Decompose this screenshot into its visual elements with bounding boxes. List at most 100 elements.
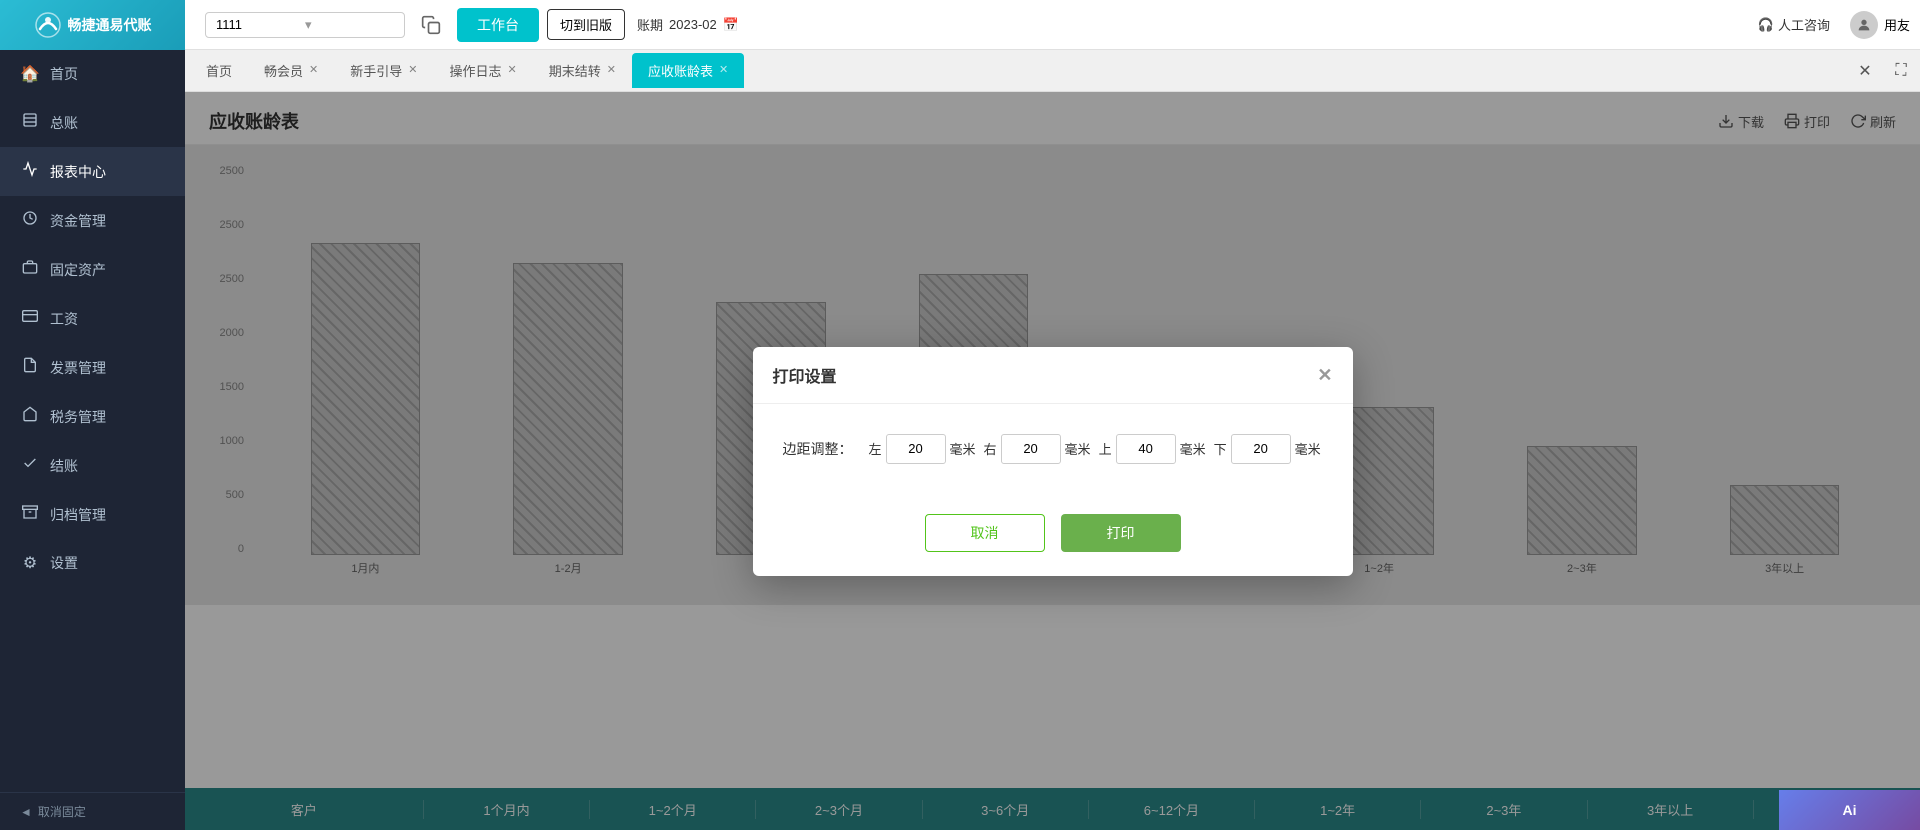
tab-oplog[interactable]: 操作日志 ✕ bbox=[433, 53, 532, 88]
period-label-text: 账期 bbox=[637, 15, 663, 34]
assets-icon bbox=[20, 259, 40, 280]
tab-home-label: 首页 bbox=[206, 61, 232, 80]
print-settings-modal: 打印设置 ✕ 边距调整： 左 毫米 右 bbox=[753, 347, 1353, 576]
sidebar-item-close[interactable]: 结账 bbox=[0, 441, 185, 490]
switch-old-button[interactable]: 切到旧版 bbox=[547, 9, 625, 40]
company-dropdown-icon: ▾ bbox=[305, 17, 394, 33]
tab-ar-aging[interactable]: 应收账龄表 ✕ bbox=[632, 53, 744, 88]
sidebar-item-tax[interactable]: 税务管理 bbox=[0, 392, 185, 441]
logo-text: 畅捷通易代账 bbox=[68, 15, 152, 35]
sidebar-item-assets[interactable]: 固定资产 bbox=[0, 245, 185, 294]
right-actions: 🎧 人工咨询 用友 bbox=[1758, 11, 1910, 39]
modal-title: 打印设置 bbox=[773, 363, 837, 387]
right-margin-group: 右 毫米 bbox=[984, 434, 1091, 464]
salary-icon bbox=[20, 308, 40, 329]
sidebar-label-salary: 工资 bbox=[50, 309, 78, 329]
modal-overlay: 打印设置 ✕ 边距调整： 左 毫米 右 bbox=[185, 92, 1920, 830]
sidebar-item-capital[interactable]: 资金管理 bbox=[0, 196, 185, 245]
tab-period-end-close[interactable]: ✕ bbox=[607, 65, 616, 76]
sidebar-item-settings[interactable]: ⚙ 设置 bbox=[0, 539, 185, 587]
copy-icon[interactable] bbox=[415, 9, 447, 41]
help-label: 人工咨询 bbox=[1778, 15, 1830, 34]
sidebar-item-archive[interactable]: 归档管理 bbox=[0, 490, 185, 539]
invoice-icon bbox=[20, 357, 40, 378]
sidebar-label-assets: 固定资产 bbox=[50, 260, 106, 280]
tab-guide-close[interactable]: ✕ bbox=[408, 65, 417, 76]
settings-icon: ⚙ bbox=[20, 553, 40, 573]
tabs-bar: 首页 畅会员 ✕ 新手引导 ✕ 操作日志 ✕ 期末结转 ✕ 应收账龄表 ✕ bbox=[185, 50, 1920, 92]
ai-float-button[interactable]: Ai bbox=[1779, 790, 1920, 830]
capital-icon bbox=[20, 210, 40, 231]
tab-member-close[interactable]: ✕ bbox=[309, 65, 318, 76]
sidebar-item-ledger[interactable]: 总账 bbox=[0, 98, 185, 147]
right-label: 右 bbox=[984, 439, 997, 458]
company-name: 1111 bbox=[216, 17, 305, 32]
tab-oplog-close[interactable]: ✕ bbox=[508, 65, 517, 76]
top-header: 畅捷通易代账 1111 ▾ 工作台 切到旧版 账期 2023-02 📅 🎧 人工… bbox=[0, 0, 1920, 50]
tab-ar-aging-label: 应收账龄表 bbox=[648, 61, 713, 80]
modal-close-button[interactable]: ✕ bbox=[1317, 366, 1332, 384]
right-margin-input[interactable] bbox=[1001, 434, 1061, 464]
tab-guide[interactable]: 新手引导 ✕ bbox=[334, 53, 433, 88]
margin-label: 边距调整： bbox=[783, 439, 853, 459]
period-value: 2023-02 bbox=[669, 17, 717, 32]
sidebar-item-reports[interactable]: 报表中心 bbox=[0, 147, 185, 196]
bottom-margin-group: 下 毫米 bbox=[1214, 434, 1321, 464]
user-avatar bbox=[1850, 11, 1878, 39]
tab-guide-label: 新手引导 bbox=[350, 61, 402, 80]
right-unit: 毫米 bbox=[1065, 439, 1091, 458]
workbench-button[interactable]: 工作台 bbox=[457, 8, 539, 42]
maximize-button[interactable]: ⛶ bbox=[1887, 57, 1915, 85]
tab-member[interactable]: 畅会员 ✕ bbox=[248, 53, 334, 88]
tax-icon bbox=[20, 406, 40, 427]
tab-member-label: 畅会员 bbox=[264, 61, 303, 80]
period-info: 账期 2023-02 📅 bbox=[637, 15, 739, 34]
left-margin-input[interactable] bbox=[886, 434, 946, 464]
main-layout: 🏠 首页 总账 报表中心 bbox=[0, 50, 1920, 830]
sidebar-label-close: 结账 bbox=[50, 456, 78, 476]
user-name: 用友 bbox=[1884, 15, 1910, 34]
user-button[interactable]: 用友 bbox=[1850, 11, 1910, 39]
sidebar-label-settings: 设置 bbox=[50, 553, 78, 573]
help-button[interactable]: 🎧 人工咨询 bbox=[1758, 15, 1830, 34]
content-area: 首页 畅会员 ✕ 新手引导 ✕ 操作日志 ✕ 期末结转 ✕ 应收账龄表 ✕ bbox=[185, 50, 1920, 830]
close-all-tabs-button[interactable]: ✕ bbox=[1851, 57, 1879, 85]
bottom-margin-input[interactable] bbox=[1231, 434, 1291, 464]
left-unit: 毫米 bbox=[950, 439, 976, 458]
company-selector[interactable]: 1111 ▾ bbox=[205, 12, 405, 38]
top-margin-input[interactable] bbox=[1116, 434, 1176, 464]
sidebar-label-home: 首页 bbox=[50, 64, 78, 84]
left-label: 左 bbox=[869, 439, 882, 458]
sidebar-item-invoice[interactable]: 发票管理 bbox=[0, 343, 185, 392]
tabs-right-actions: ✕ ⛶ bbox=[1851, 57, 1915, 85]
confirm-print-button[interactable]: 打印 bbox=[1061, 514, 1181, 552]
sidebar-item-home[interactable]: 🏠 首页 bbox=[0, 50, 185, 98]
modal-header: 打印设置 ✕ bbox=[753, 347, 1353, 404]
tab-home[interactable]: 首页 bbox=[190, 53, 248, 88]
left-margin-group: 左 毫米 bbox=[869, 434, 976, 464]
sidebar-scroll: 🏠 首页 总账 报表中心 bbox=[0, 50, 185, 792]
sidebar-label-archive: 归档管理 bbox=[50, 505, 106, 525]
tab-period-end-label: 期末结转 bbox=[549, 61, 601, 80]
collapse-icon: ◄ bbox=[20, 805, 32, 819]
sidebar-label-capital: 资金管理 bbox=[50, 211, 106, 231]
tab-ar-aging-close[interactable]: ✕ bbox=[719, 65, 728, 76]
page-content: 应收账龄表 下载 打印 bbox=[185, 92, 1920, 830]
modal-footer: 取消 打印 bbox=[753, 514, 1353, 576]
sidebar-item-salary[interactable]: 工资 bbox=[0, 294, 185, 343]
bottom-unit: 毫米 bbox=[1295, 439, 1321, 458]
reports-icon bbox=[20, 161, 40, 182]
archive-icon bbox=[20, 504, 40, 525]
sidebar-label-reports: 报表中心 bbox=[50, 162, 106, 182]
calendar-icon[interactable]: 📅 bbox=[723, 17, 739, 33]
sidebar-collapse[interactable]: ◄ 取消固定 bbox=[0, 792, 185, 830]
margin-row: 边距调整： 左 毫米 右 毫米 bbox=[783, 434, 1323, 464]
ai-label: Ai bbox=[1843, 802, 1857, 818]
logo-area: 畅捷通易代账 bbox=[0, 0, 185, 50]
cancel-button[interactable]: 取消 bbox=[925, 514, 1045, 552]
top-label: 上 bbox=[1099, 439, 1112, 458]
tab-period-end[interactable]: 期末结转 ✕ bbox=[533, 53, 632, 88]
sidebar-label-ledger: 总账 bbox=[50, 113, 78, 133]
modal-body: 边距调整： 左 毫米 右 毫米 bbox=[753, 404, 1353, 514]
collapse-label: 取消固定 bbox=[38, 803, 86, 820]
